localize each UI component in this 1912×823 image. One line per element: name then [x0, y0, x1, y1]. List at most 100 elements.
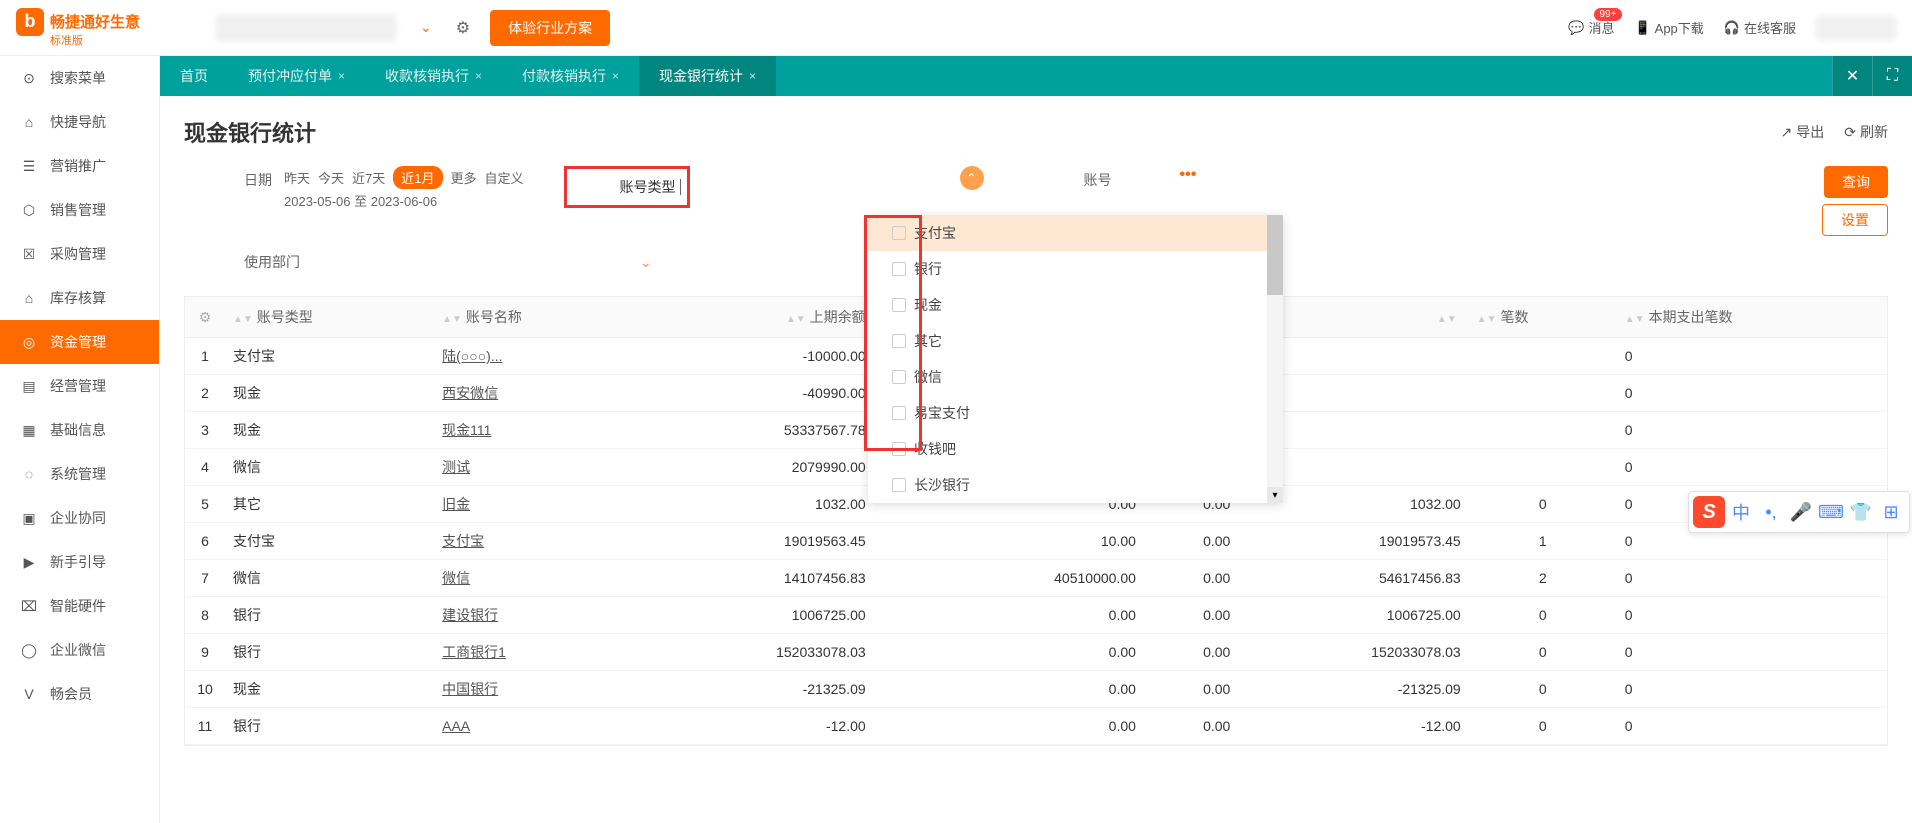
table-header-7[interactable]: ▲▼笔数	[1469, 297, 1617, 338]
close-all-tabs-button[interactable]: ✕	[1832, 56, 1872, 96]
dropdown-option-5[interactable]: 易宝支付	[868, 395, 1283, 431]
date-option-5[interactable]: 自定义	[485, 168, 524, 187]
sidebar-item-1[interactable]: ⌂快捷导航	[0, 100, 159, 144]
dropdown-option-4[interactable]: 微信	[868, 359, 1283, 395]
cell-prev: 1006725.00	[643, 597, 873, 634]
close-icon[interactable]: ×	[475, 69, 482, 83]
dropdown-option-1[interactable]: 银行	[868, 251, 1283, 287]
dropdown-option-6[interactable]: 收钱吧	[868, 431, 1283, 467]
cell-out: 0	[1617, 412, 1887, 449]
account-type-dropdown-toggle[interactable]: ⌃	[690, 166, 984, 190]
sidebar-item-9[interactable]: ◌系统管理	[0, 452, 159, 496]
option-label: 其它	[914, 331, 942, 351]
checkbox-icon[interactable]	[892, 478, 906, 492]
sidebar-label: 搜索菜单	[50, 68, 106, 88]
ime-toolbar[interactable]: S 中 •, 🎤 ⌨ 👕 ⊞	[1688, 491, 1910, 533]
close-icon[interactable]: ×	[612, 69, 619, 83]
ime-apps-icon[interactable]: ⊞	[1877, 498, 1905, 526]
sidebar-item-10[interactable]: ▣企业协同	[0, 496, 159, 540]
account-link[interactable]: 测试	[442, 459, 470, 475]
chevron-down-icon[interactable]: ⌄	[420, 19, 432, 36]
sidebar-item-6[interactable]: ◎资金管理	[0, 320, 159, 364]
refresh-button[interactable]: ⟳刷新	[1844, 122, 1888, 142]
close-icon[interactable]: ×	[338, 69, 345, 83]
table-header-8[interactable]: ▲▼本期支出笔数	[1617, 297, 1887, 338]
date-option-2[interactable]: 近7天	[352, 168, 385, 187]
table-header-2[interactable]: ▲▼账号名称	[434, 297, 643, 338]
sidebar-item-2[interactable]: ☰营销推广	[0, 144, 159, 188]
checkbox-icon[interactable]	[892, 262, 906, 276]
logo-text: 畅捷通好生意	[50, 11, 140, 32]
search-button[interactable]: 查询	[1824, 166, 1888, 198]
account-link[interactable]: 建设银行	[442, 607, 498, 623]
date-option-3[interactable]: 近1月	[393, 166, 442, 189]
date-option-0[interactable]: 昨天	[284, 168, 310, 187]
account-link[interactable]: 工商银行1	[442, 644, 506, 660]
dropdown-option-7[interactable]: 长沙银行	[868, 467, 1283, 503]
industry-plan-button[interactable]: 体验行业方案	[490, 10, 610, 46]
date-range: 2023-05-06 至 2023-06-06	[284, 191, 524, 210]
account-link[interactable]: 旧金	[442, 496, 470, 512]
sidebar-item-11[interactable]: ▶新手引导	[0, 540, 159, 584]
account-link[interactable]: 西安微信	[442, 385, 498, 401]
checkbox-icon[interactable]	[892, 334, 906, 348]
sidebar-item-12[interactable]: ⌧智能硬件	[0, 584, 159, 628]
logo-block: b 畅捷通好生意 标准版	[16, 8, 176, 48]
checkbox-icon[interactable]	[892, 370, 906, 384]
checkbox-icon[interactable]	[892, 226, 906, 240]
settings-button[interactable]: 设置	[1822, 204, 1888, 236]
account-link[interactable]: 现金111	[442, 422, 491, 438]
ime-mic-icon[interactable]: 🎤	[1787, 498, 1815, 526]
account-link[interactable]: 陆(○○○)...	[442, 348, 502, 364]
cell-c: 0	[1469, 708, 1617, 745]
tab-3[interactable]: 付款核销执行×	[502, 56, 639, 96]
dropdown-option-3[interactable]: 其它	[868, 323, 1283, 359]
checkbox-icon[interactable]	[892, 298, 906, 312]
sidebar-item-3[interactable]: ⬡销售管理	[0, 188, 159, 232]
tab-0[interactable]: 首页	[160, 56, 228, 96]
checkbox-icon[interactable]	[892, 406, 906, 420]
messages-button[interactable]: 💬 消息 99+	[1568, 18, 1614, 37]
filter-buttons: 查询 设置	[1822, 166, 1888, 236]
sidebar-item-0[interactable]: ⊙搜索菜单	[0, 56, 159, 100]
sidebar-item-5[interactable]: ⌂库存核算	[0, 276, 159, 320]
ime-skin-icon[interactable]: 👕	[1847, 498, 1875, 526]
more-filters-button[interactable]: •••	[1180, 166, 1197, 184]
sidebar-item-14[interactable]: V畅会员	[0, 672, 159, 716]
account-link[interactable]: 中国银行	[442, 681, 498, 697]
app-download-button[interactable]: 📱 App下载	[1634, 18, 1703, 37]
date-option-1[interactable]: 今天	[318, 168, 344, 187]
expand-button[interactable]: ⛶	[1872, 56, 1912, 96]
tab-1[interactable]: 预付冲应付单×	[228, 56, 365, 96]
dropdown-option-2[interactable]: 现金	[868, 287, 1283, 323]
sidebar-item-13[interactable]: ◯企业微信	[0, 628, 159, 672]
sidebar-item-7[interactable]: ▤经营管理	[0, 364, 159, 408]
dropdown-scrollbar[interactable]: ▾	[1267, 215, 1283, 503]
ime-zh-icon[interactable]: 中	[1727, 498, 1755, 526]
scrollbar-thumb[interactable]	[1267, 215, 1283, 295]
cell-c	[1469, 375, 1617, 412]
tab-4[interactable]: 现金银行统计×	[639, 56, 776, 96]
table-header-3[interactable]: ▲▼上期余额	[643, 297, 873, 338]
cursor-icon	[680, 179, 681, 195]
account-number-label: 账号	[1084, 166, 1112, 190]
scroll-down-icon[interactable]: ▾	[1267, 487, 1283, 503]
online-service-button[interactable]: 🎧 在线客服	[1724, 18, 1796, 37]
sidebar-item-8[interactable]: ▦基础信息	[0, 408, 159, 452]
ime-punct-icon[interactable]: •,	[1757, 498, 1785, 526]
gear-icon[interactable]: ⚙	[456, 18, 470, 38]
close-icon[interactable]: ×	[749, 69, 756, 83]
dropdown-option-0[interactable]: 支付宝	[868, 215, 1283, 251]
tab-2[interactable]: 收款核销执行×	[365, 56, 502, 96]
export-button[interactable]: ↗导出	[1781, 122, 1825, 142]
ime-keyboard-icon[interactable]: ⌨	[1817, 498, 1845, 526]
checkbox-icon[interactable]	[892, 442, 906, 456]
chevron-down-icon[interactable]: ⌄	[640, 254, 652, 271]
account-link[interactable]: 支付宝	[442, 533, 484, 549]
table-header-1[interactable]: ▲▼账号类型	[225, 297, 434, 338]
sidebar-item-4[interactable]: ☒采购管理	[0, 232, 159, 276]
account-link[interactable]: AAA	[442, 718, 470, 734]
date-option-4[interactable]: 更多	[451, 168, 477, 187]
table-header-0[interactable]: ⚙	[185, 297, 225, 338]
account-link[interactable]: 微信	[442, 570, 470, 586]
